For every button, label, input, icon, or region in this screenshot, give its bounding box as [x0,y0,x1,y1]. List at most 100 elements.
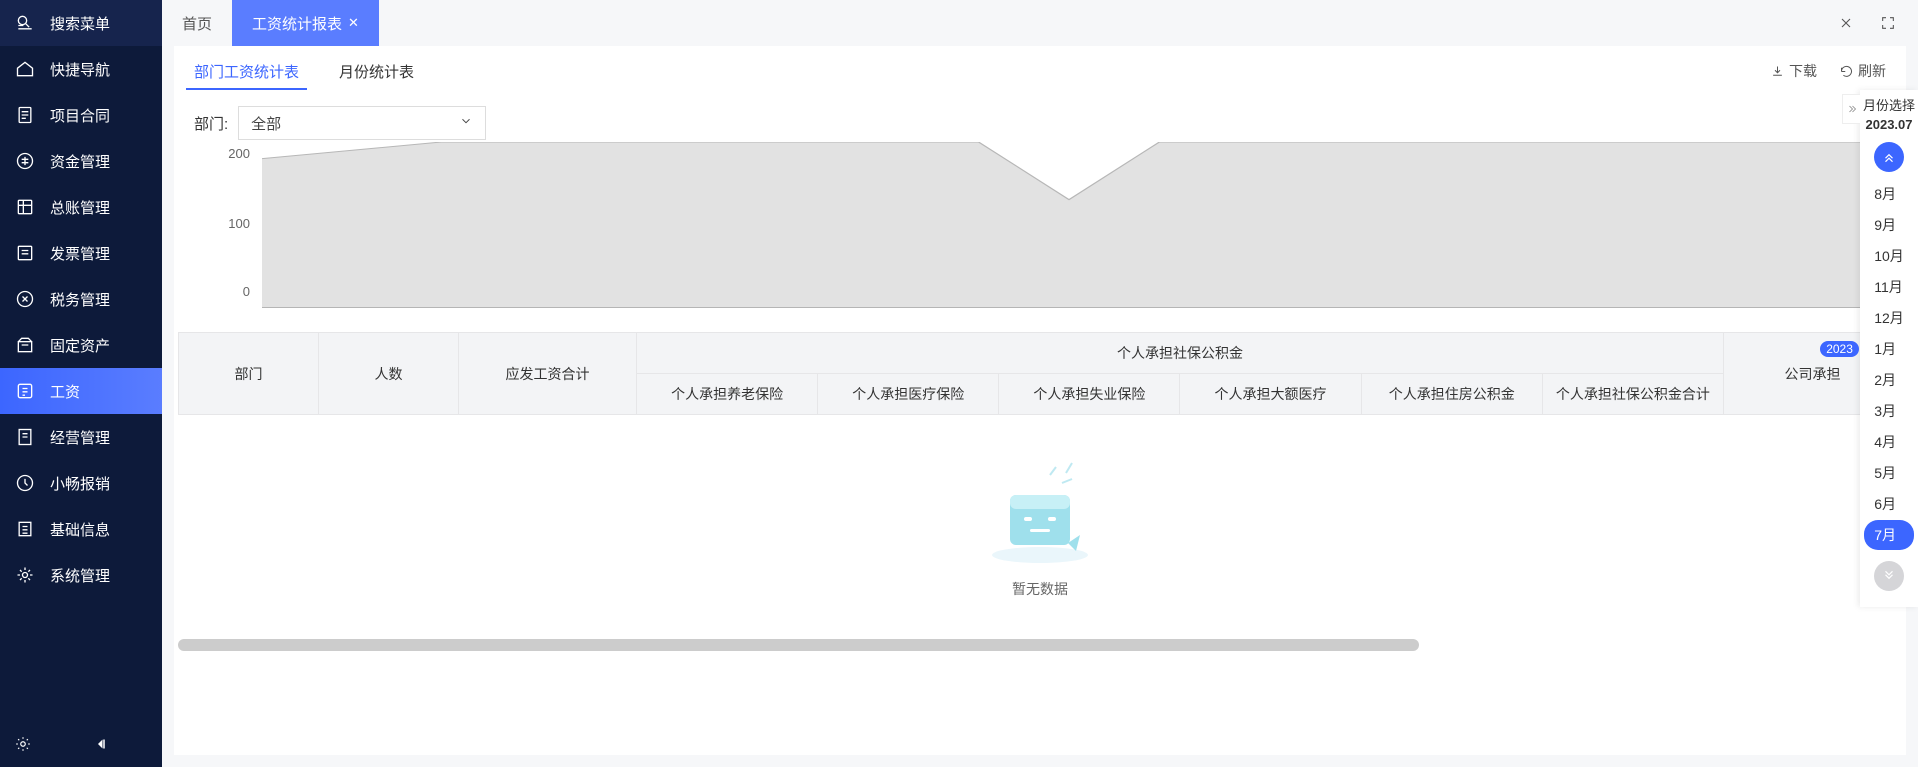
table-wrap[interactable]: 部门 人数 应发工资合计 个人承担社保公积金 公司承担 个人承担养老保险 个人承… [178,332,1902,639]
sidebar-item-asset[interactable]: 固定资产 [0,322,162,368]
sidebar-item-tax[interactable]: 税务管理 [0,276,162,322]
month-panel: 月份选择 2023.07 8月9月10月11月12月1月20232月3月4月5月… [1860,90,1918,607]
sidebar-item-search-menu[interactable]: 搜索菜单 [0,0,162,46]
sidebar: 搜索菜单 快捷导航 项目合同 资金管理 总账管理 [0,0,162,767]
chevron-down-icon [459,114,473,132]
subtab-label: 月份统计表 [339,61,414,82]
empty-text: 暂无数据 [1012,579,1068,599]
refresh-icon [1839,64,1854,79]
ytick-0: 0 [216,284,250,299]
refresh-button[interactable]: 刷新 [1839,61,1886,81]
chevron-right-double-icon [1846,103,1858,115]
sidebar-item-reimburse[interactable]: 小畅报销 [0,460,162,506]
base-icon [14,518,36,540]
contract-icon [14,104,36,126]
asset-icon [14,334,36,356]
sidebar-item-baseinfo[interactable]: 基础信息 [0,506,162,552]
salary-icon [14,380,36,402]
sidebar-item-label: 搜索菜单 [50,13,110,34]
download-icon [1770,64,1785,79]
subtab-label: 部门工资统计表 [194,61,299,82]
th-c6: 个人承担社保公积金合计 [1542,374,1723,415]
main: 首页 工资统计报表 ✕ 部门工资统计表 月份统计表 [162,0,1918,767]
biz-icon [14,426,36,448]
chart: 200 100 0 [174,146,1906,332]
sidebar-item-salary[interactable]: 工资 [0,368,162,414]
collapse-icon[interactable] [92,735,110,756]
tab-label: 首页 [182,13,212,34]
money-icon [14,150,36,172]
sidebar-item-label: 小畅报销 [50,473,110,494]
month-option[interactable]: 3月 [1864,396,1914,426]
select-value: 全部 [251,113,281,134]
month-option[interactable]: 7月 [1864,520,1914,550]
ytick-100: 100 [216,216,250,231]
th-c5: 个人承担住房公积金 [1361,374,1542,415]
settings-icon[interactable] [14,735,32,756]
sidebar-item-label: 总账管理 [50,197,110,218]
month-option[interactable]: 1月2023 [1864,334,1914,364]
download-button[interactable]: 下载 [1770,61,1817,81]
ledger-icon [14,196,36,218]
th-dept: 部门 [179,333,319,415]
tab-salary-report[interactable]: 工资统计报表 ✕ [232,0,379,46]
month-option[interactable]: 8月 [1864,179,1914,209]
invoice-icon [14,242,36,264]
chart-area [262,142,1876,308]
sidebar-item-contract[interactable]: 项目合同 [0,92,162,138]
sidebar-item-label: 税务管理 [50,289,110,310]
horizontal-scrollbar[interactable] [178,639,1902,651]
month-list: 8月9月10月11月12月1月20232月3月4月5月6月7月 [1864,178,1914,551]
month-option[interactable]: 6月 [1864,489,1914,519]
sidebar-item-system[interactable]: 系统管理 [0,552,162,598]
month-option[interactable]: 12月 [1864,303,1914,333]
month-option[interactable]: 9月 [1864,210,1914,240]
sidebar-item-ledger[interactable]: 总账管理 [0,184,162,230]
year-badge: 2023 [1820,341,1859,357]
month-option[interactable]: 2月 [1864,365,1914,395]
ytick-200: 200 [216,146,250,161]
sidebar-item-label: 项目合同 [50,105,110,126]
sidebar-item-business[interactable]: 经营管理 [0,414,162,460]
sidebar-item-label: 经营管理 [50,427,110,448]
month-option[interactable]: 10月 [1864,241,1914,271]
th-c4: 个人承担大额医疗 [1180,374,1361,415]
sidebar-item-label: 发票管理 [50,243,110,264]
system-icon [14,564,36,586]
sidebar-item-invoice[interactable]: 发票管理 [0,230,162,276]
th-c3: 个人承担失业保险 [999,374,1180,415]
month-option[interactable]: 4月 [1864,427,1914,457]
refresh-label: 刷新 [1858,61,1886,81]
subtab-month[interactable]: 月份统计表 [319,46,434,96]
sub-tabs: 部门工资统计表 月份统计表 下载 刷新 [174,46,1906,96]
fullscreen-icon[interactable] [1872,7,1904,39]
close-icon[interactable]: ✕ [348,15,359,31]
home-icon [14,58,36,80]
month-panel-date: 2023.07 [1866,117,1913,132]
th-total: 应发工资合计 [459,333,637,415]
month-scroll-up[interactable] [1874,142,1904,172]
filter-label: 部门: [194,113,228,134]
subtab-dept[interactable]: 部门工资统计表 [174,46,319,96]
th-group-personal: 个人承担社保公积金 [637,333,1724,374]
sidebar-item-quick-nav[interactable]: 快捷导航 [0,46,162,92]
sidebar-item-fund[interactable]: 资金管理 [0,138,162,184]
th-c2: 个人承担医疗保险 [818,374,999,415]
reimburse-icon [14,472,36,494]
scrollbar-thumb[interactable] [178,639,1419,651]
sidebar-item-label: 基础信息 [50,519,110,540]
chevron-down-double-icon [1882,569,1896,583]
sidebar-item-label: 工资 [50,381,80,402]
month-scroll-down[interactable] [1874,561,1904,591]
th-count: 人数 [319,333,459,415]
top-right [1830,0,1918,46]
month-option[interactable]: 5月 [1864,458,1914,488]
tab-home[interactable]: 首页 [162,0,232,46]
tab-label: 工资统计报表 [252,13,342,34]
panel-collapse-handle[interactable] [1842,94,1860,124]
month-option[interactable]: 11月 [1864,272,1914,302]
salary-table: 部门 人数 应发工资合计 个人承担社保公积金 公司承担 个人承担养老保险 个人承… [178,332,1902,415]
close-all-icon[interactable] [1830,7,1862,39]
download-label: 下载 [1789,61,1817,81]
sub-actions: 下载 刷新 [1770,61,1906,81]
